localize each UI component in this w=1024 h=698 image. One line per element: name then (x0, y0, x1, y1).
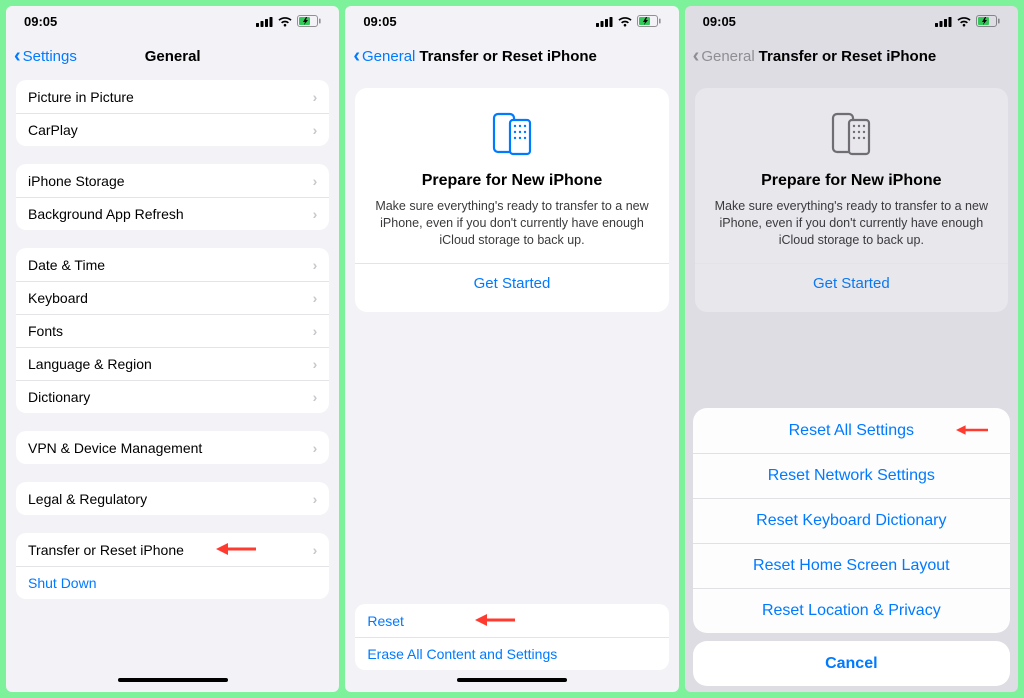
nav-bar: ‹ General Transfer or Reset iPhone (685, 36, 1018, 76)
sheet-cancel-button[interactable]: Cancel (693, 641, 1010, 686)
row-iphone-storage[interactable]: iPhone Storage› (16, 164, 329, 197)
nav-bar: ‹ General Transfer or Reset iPhone (345, 36, 678, 76)
transfer-content[interactable]: Prepare for New iPhone Make sure everyth… (345, 76, 678, 692)
settings-group: Date & Time› Keyboard› Fonts› Language &… (16, 248, 329, 413)
chevron-right-icon: › (313, 173, 318, 189)
status-bar: 09:05 (685, 6, 1018, 36)
row-keyboard[interactable]: Keyboard› (16, 281, 329, 314)
action-sheet-options: Reset All Settings Reset Network Setting… (693, 408, 1010, 633)
back-label: General (701, 48, 754, 65)
prepare-card: Prepare for New iPhone Make sure everyth… (695, 88, 1008, 312)
phone-general-settings: 09:05 ‹ Settings General Picture in Pict… (6, 6, 339, 692)
chevron-right-icon: › (313, 356, 318, 372)
get-started-button[interactable]: Get Started (371, 263, 652, 304)
chevron-left-icon: ‹ (353, 45, 360, 68)
battery-icon (297, 15, 321, 27)
chevron-right-icon: › (313, 122, 318, 138)
wifi-icon (277, 16, 293, 27)
chevron-right-icon: › (313, 323, 318, 339)
chevron-right-icon: › (313, 491, 318, 507)
row-reset[interactable]: Reset (355, 604, 668, 637)
page-title: Transfer or Reset iPhone (745, 48, 1008, 65)
sheet-reset-network[interactable]: Reset Network Settings (693, 453, 1010, 498)
card-title: Prepare for New iPhone (711, 172, 992, 190)
row-shut-down[interactable]: Shut Down (16, 566, 329, 599)
chevron-left-icon: ‹ (693, 45, 700, 68)
row-date-time[interactable]: Date & Time› (16, 248, 329, 281)
back-button[interactable]: ‹ General (693, 45, 755, 68)
back-button[interactable]: ‹ Settings (14, 45, 77, 68)
chevron-right-icon: › (313, 389, 318, 405)
row-background-app-refresh[interactable]: Background App Refresh› (16, 197, 329, 230)
annotation-arrow-icon (216, 541, 256, 557)
wifi-icon (956, 16, 972, 27)
sheet-reset-home-screen[interactable]: Reset Home Screen Layout (693, 543, 1010, 588)
annotation-arrow-icon (956, 422, 988, 438)
devices-icon (371, 106, 652, 162)
cellular-icon (935, 16, 952, 27)
page-title: Transfer or Reset iPhone (405, 48, 668, 65)
cellular-icon (596, 16, 613, 27)
chevron-right-icon: › (313, 290, 318, 306)
back-label: Settings (23, 48, 77, 65)
reset-group: Reset Erase All Content and Settings (355, 604, 668, 670)
wifi-icon (617, 16, 633, 27)
settings-group: Legal & Regulatory› (16, 482, 329, 515)
chevron-right-icon: › (313, 206, 318, 222)
row-legal-regulatory[interactable]: Legal & Regulatory› (16, 482, 329, 515)
settings-content[interactable]: Picture in Picture› CarPlay› iPhone Stor… (6, 76, 339, 692)
card-description: Make sure everything's ready to transfer… (371, 198, 652, 249)
phone-transfer-reset: 09:05 ‹ General Transfer or Reset iPhone… (345, 6, 678, 692)
nav-bar: ‹ Settings General (6, 36, 339, 76)
status-time: 09:05 (24, 14, 57, 29)
back-button[interactable]: ‹ General (353, 45, 415, 68)
sheet-reset-keyboard-dictionary[interactable]: Reset Keyboard Dictionary (693, 498, 1010, 543)
home-indicator[interactable] (118, 678, 228, 682)
sheet-reset-location-privacy[interactable]: Reset Location & Privacy (693, 588, 1010, 633)
status-indicators (935, 15, 1000, 27)
chevron-right-icon: › (313, 440, 318, 456)
status-indicators (256, 15, 321, 27)
back-label: General (362, 48, 415, 65)
battery-icon (637, 15, 661, 27)
status-time: 09:05 (703, 14, 736, 29)
row-erase-all[interactable]: Erase All Content and Settings (355, 637, 668, 670)
chevron-right-icon: › (313, 257, 318, 273)
phone-reset-sheet: 09:05 ‹ General Transfer or Reset iPhone… (685, 6, 1018, 692)
settings-group: iPhone Storage› Background App Refresh› (16, 164, 329, 230)
row-fonts[interactable]: Fonts› (16, 314, 329, 347)
row-transfer-or-reset[interactable]: Transfer or Reset iPhone › (16, 533, 329, 566)
status-bar: 09:05 (6, 6, 339, 36)
status-time: 09:05 (363, 14, 396, 29)
card-description: Make sure everything's ready to transfer… (711, 198, 992, 249)
action-sheet: Reset All Settings Reset Network Setting… (693, 408, 1010, 686)
status-bar: 09:05 (345, 6, 678, 36)
row-dictionary[interactable]: Dictionary› (16, 380, 329, 413)
home-indicator[interactable] (457, 678, 567, 682)
row-picture-in-picture[interactable]: Picture in Picture› (16, 80, 329, 113)
prepare-card: Prepare for New iPhone Make sure everyth… (355, 88, 668, 312)
chevron-right-icon: › (313, 542, 318, 558)
settings-group: Picture in Picture› CarPlay› (16, 80, 329, 146)
status-indicators (596, 15, 661, 27)
chevron-right-icon: › (313, 89, 318, 105)
devices-icon (711, 106, 992, 162)
sheet-reset-all-settings[interactable]: Reset All Settings (693, 408, 1010, 453)
row-carplay[interactable]: CarPlay› (16, 113, 329, 146)
annotation-arrow-icon (475, 612, 515, 628)
settings-group: VPN & Device Management› (16, 431, 329, 464)
settings-group: Transfer or Reset iPhone › Shut Down (16, 533, 329, 599)
cellular-icon (256, 16, 273, 27)
card-title: Prepare for New iPhone (371, 172, 652, 190)
get-started-button: Get Started (711, 263, 992, 304)
chevron-left-icon: ‹ (14, 45, 21, 68)
row-vpn-device-management[interactable]: VPN & Device Management› (16, 431, 329, 464)
battery-icon (976, 15, 1000, 27)
row-language-region[interactable]: Language & Region› (16, 347, 329, 380)
